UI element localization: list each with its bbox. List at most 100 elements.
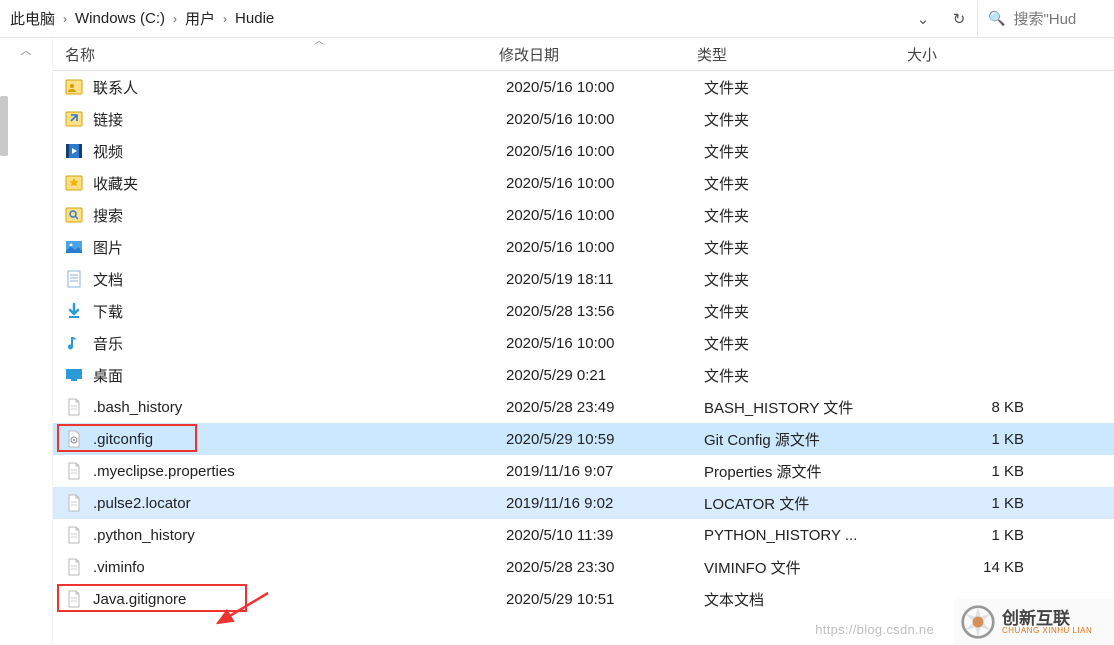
- logo-subtitle: CHUANG XINHU LIAN: [1002, 627, 1092, 635]
- file-type: 文件夹: [704, 269, 914, 290]
- file-name: 桌面: [93, 365, 506, 386]
- refresh-icon: ↻: [953, 10, 966, 28]
- search-icon: 🔍: [988, 10, 1005, 27]
- file-name: 下载: [93, 301, 506, 322]
- file-date: 2020/5/16 10:00: [506, 143, 704, 160]
- file-date: 2020/5/28 23:30: [506, 559, 704, 576]
- contacts-icon: [65, 78, 83, 96]
- file-row[interactable]: 下载2020/5/28 13:56文件夹: [53, 295, 1114, 327]
- file-icon: [65, 590, 83, 608]
- file-size: 14 KB: [914, 559, 1024, 576]
- file-type: BASH_HISTORY 文件: [704, 397, 914, 418]
- file-name: .gitconfig: [93, 431, 506, 448]
- file-type: VIMINFO 文件: [704, 557, 914, 578]
- file-size: 1 KB: [914, 463, 1024, 480]
- chevron-right-icon[interactable]: ›: [171, 12, 179, 26]
- file-date: 2020/5/16 10:00: [506, 207, 704, 224]
- file-type: PYTHON_HISTORY ...: [704, 527, 914, 544]
- breadcrumb-segment[interactable]: Hudie: [229, 10, 280, 27]
- column-header-name[interactable]: 名称: [53, 38, 487, 70]
- file-row[interactable]: .python_history2020/5/10 11:39PYTHON_HIS…: [53, 519, 1114, 551]
- file-date: 2020/5/16 10:00: [506, 79, 704, 96]
- file-name: 联系人: [93, 77, 506, 98]
- file-date: 2020/5/29 0:21: [506, 367, 704, 384]
- file-row[interactable]: 桌面2020/5/29 0:21文件夹: [53, 359, 1114, 391]
- file-name: 图片: [93, 237, 506, 258]
- file-date: 2020/5/16 10:00: [506, 239, 704, 256]
- file-type: 文本文档: [704, 589, 914, 610]
- file-row[interactable]: .myeclipse.properties2019/11/16 9:07Prop…: [53, 455, 1114, 487]
- history-dropdown-button[interactable]: ⌄: [905, 1, 941, 37]
- address-bar: 此电脑›Windows (C:)›用户›Hudie ⌄ ↻ 🔍 搜索"Hud: [0, 0, 1114, 38]
- file-date: 2019/11/16 9:02: [506, 495, 704, 512]
- file-row[interactable]: 文档2020/5/19 18:11文件夹: [53, 263, 1114, 295]
- search-placeholder: 搜索"Hud: [1013, 8, 1076, 29]
- chevron-right-icon[interactable]: ›: [221, 12, 229, 26]
- file-icon: [65, 558, 83, 576]
- brand-logo: 创新互联CHUANG XINHU LIAN: [954, 599, 1114, 645]
- file-name: Java.gitignore: [93, 591, 506, 608]
- file-size: 1 KB: [914, 431, 1024, 448]
- file-row[interactable]: 收藏夹2020/5/16 10:00文件夹: [53, 167, 1114, 199]
- file-date: 2020/5/28 13:56: [506, 303, 704, 320]
- file-row[interactable]: .bash_history2020/5/28 23:49BASH_HISTORY…: [53, 391, 1114, 423]
- column-header-date[interactable]: 修改日期: [487, 38, 685, 70]
- breadcrumb-segment[interactable]: Windows (C:): [69, 10, 171, 27]
- chevron-right-icon[interactable]: ›: [61, 12, 69, 26]
- file-size: 1 KB: [914, 527, 1024, 544]
- file-type: LOCATOR 文件: [704, 493, 914, 514]
- file-date: 2020/5/29 10:51: [506, 591, 704, 608]
- file-date: 2020/5/10 11:39: [506, 527, 704, 544]
- column-header-type[interactable]: 类型: [685, 38, 895, 70]
- file-date: 2019/11/16 9:07: [506, 463, 704, 480]
- file-name: 视频: [93, 141, 506, 162]
- pictures-icon: [65, 238, 83, 256]
- file-row[interactable]: 联系人2020/5/16 10:00文件夹: [53, 71, 1114, 103]
- file-list-pane: ︿ 名称 修改日期 类型 大小 联系人2020/5/16 10:00文件夹链接2…: [53, 38, 1114, 645]
- file-row[interactable]: 搜索2020/5/16 10:00文件夹: [53, 199, 1114, 231]
- file-row[interactable]: 链接2020/5/16 10:00文件夹: [53, 103, 1114, 135]
- breadcrumb-segment[interactable]: 用户: [179, 8, 221, 29]
- search-icon: [65, 206, 83, 224]
- sort-ascending-icon: ︿: [293, 38, 343, 46]
- file-name: .myeclipse.properties: [93, 463, 506, 480]
- file-type: 文件夹: [704, 205, 914, 226]
- file-type: 文件夹: [704, 77, 914, 98]
- links-icon: [65, 110, 83, 128]
- breadcrumb[interactable]: 此电脑›Windows (C:)›用户›Hudie: [0, 8, 905, 29]
- file-date: 2020/5/16 10:00: [506, 111, 704, 128]
- file-icon: [65, 398, 83, 416]
- file-size: 8 KB: [914, 399, 1024, 416]
- column-header-size[interactable]: 大小: [895, 38, 1035, 70]
- file-row[interactable]: 视频2020/5/16 10:00文件夹: [53, 135, 1114, 167]
- file-row[interactable]: .pulse2.locator2019/11/16 9:02LOCATOR 文件…: [53, 487, 1114, 519]
- breadcrumb-segment[interactable]: 此电脑: [4, 8, 61, 29]
- navigation-pane[interactable]: ︿: [0, 38, 53, 645]
- file-date: 2020/5/29 10:59: [506, 431, 704, 448]
- file-row[interactable]: 图片2020/5/16 10:00文件夹: [53, 231, 1114, 263]
- file-date: 2020/5/28 23:49: [506, 399, 704, 416]
- file-type: 文件夹: [704, 109, 914, 130]
- file-type: Git Config 源文件: [704, 429, 914, 450]
- desktop-icon: [65, 366, 83, 384]
- file-name: 收藏夹: [93, 173, 506, 194]
- videos-icon: [65, 142, 83, 160]
- refresh-button[interactable]: ↻: [941, 1, 977, 37]
- file-row[interactable]: 音乐2020/5/16 10:00文件夹: [53, 327, 1114, 359]
- file-name: 音乐: [93, 333, 506, 354]
- file-type: 文件夹: [704, 173, 914, 194]
- gear-icon: [65, 430, 83, 448]
- file-name: .pulse2.locator: [93, 495, 506, 512]
- scroll-up-icon[interactable]: ︿: [21, 42, 32, 58]
- file-type: Properties 源文件: [704, 461, 914, 482]
- file-icon: [65, 462, 83, 480]
- logo-title: 创新互联: [1002, 610, 1092, 627]
- file-type: 文件夹: [704, 333, 914, 354]
- file-size: 1 KB: [914, 495, 1024, 512]
- file-row[interactable]: .gitconfig2020/5/29 10:59Git Config 源文件1…: [53, 423, 1114, 455]
- search-input[interactable]: 🔍 搜索"Hud: [978, 1, 1114, 37]
- music-icon: [65, 334, 83, 352]
- scrollbar-thumb[interactable]: [0, 96, 8, 156]
- file-name: .bash_history: [93, 399, 506, 416]
- file-row[interactable]: .viminfo2020/5/28 23:30VIMINFO 文件14 KB: [53, 551, 1114, 583]
